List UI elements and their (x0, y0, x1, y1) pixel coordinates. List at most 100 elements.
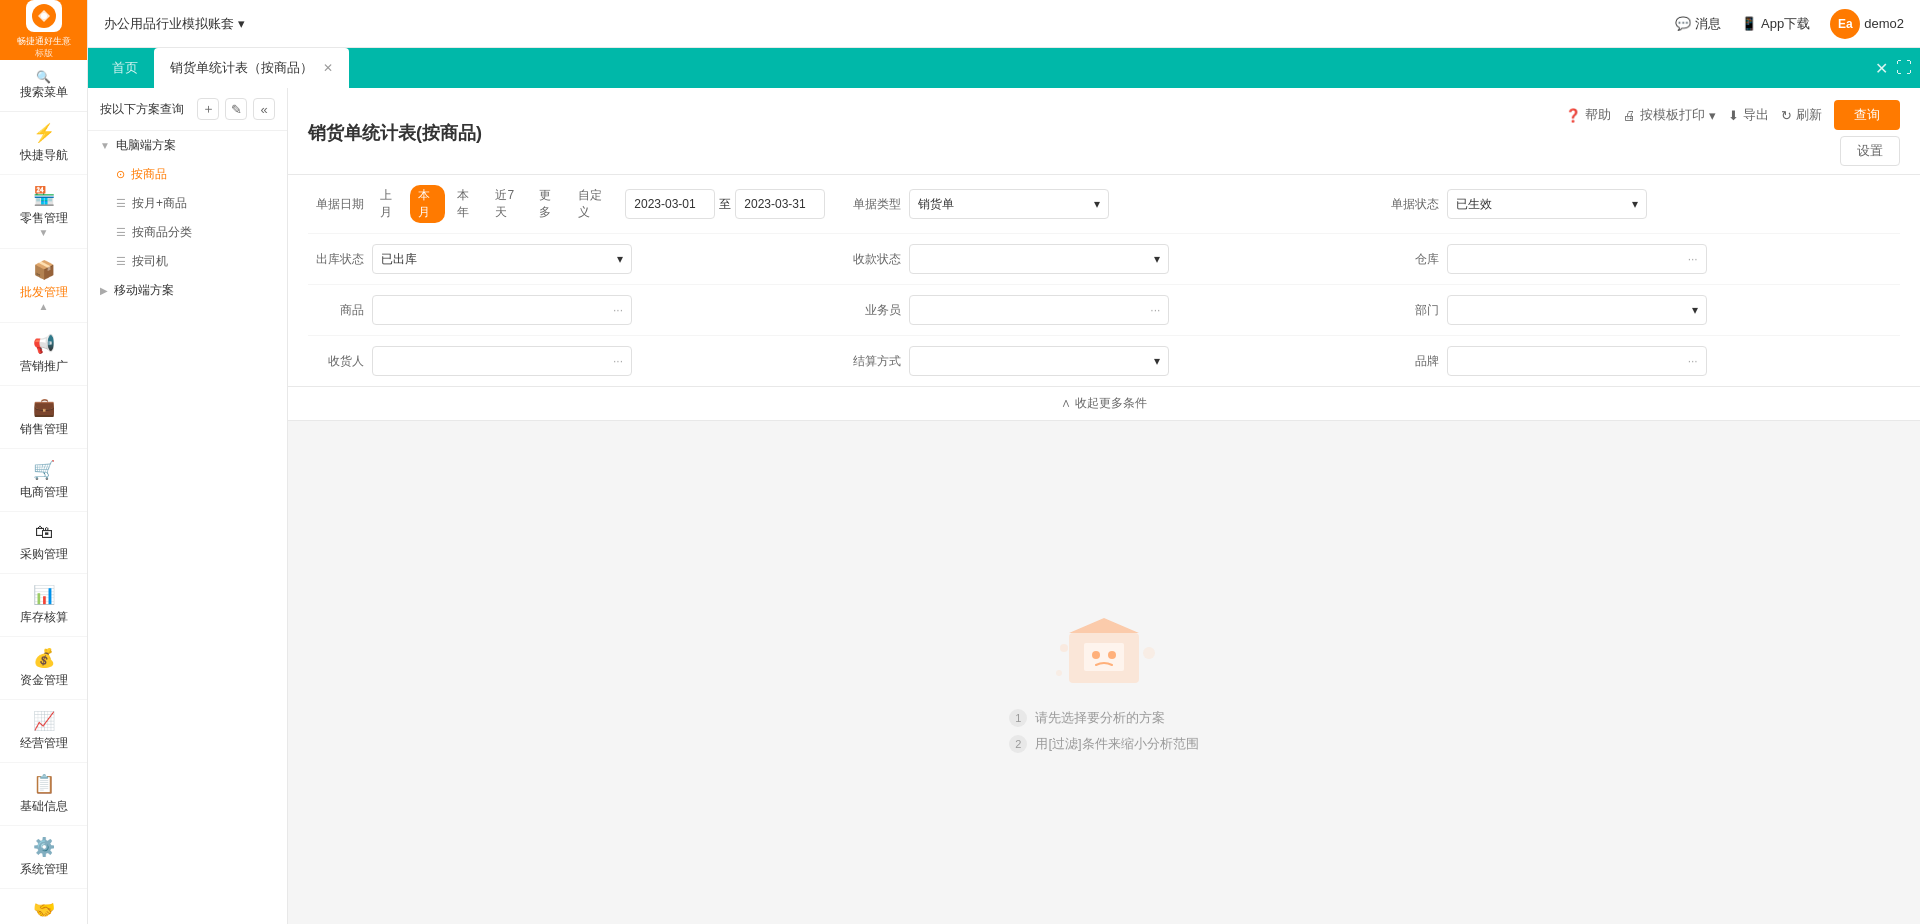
refresh-icon: ↻ (1781, 108, 1792, 123)
receiver-select[interactable]: ··· (372, 346, 632, 376)
tree-leaf-by-cashier[interactable]: ☰ 按司机 (88, 247, 287, 276)
sidebar-item-retail[interactable]: 🏪 零售管理 ▼ (0, 175, 87, 249)
app-download-btn[interactable]: 📱 App下载 (1741, 15, 1810, 33)
date-range: 至 (625, 189, 825, 219)
date-tab-this-month[interactable]: 本月 (410, 185, 444, 223)
date-to-input[interactable] (735, 189, 825, 219)
empty-illustration (1044, 593, 1164, 693)
filter-row-3: 商品 ··· 业务员 ··· 部门 (308, 285, 1900, 336)
help-btn[interactable]: ❓ 帮助 (1565, 106, 1611, 124)
filter-goods: 商品 ··· (308, 295, 825, 325)
finance-label: 资金管理 (20, 672, 68, 689)
tree-leaf-by-goods[interactable]: ⊙ 按商品 (88, 160, 287, 189)
svg-point-6 (1060, 644, 1068, 652)
date-tab-this-year[interactable]: 本年 (449, 185, 483, 223)
tree-section: ▼ 电脑端方案 ⊙ 按商品 ☰ 按月+商品 ☰ 按商品分类 ☰ 按司 (88, 131, 287, 305)
by-cashier-label: 按司机 (132, 253, 168, 270)
tree-leaf-by-category[interactable]: ☰ 按商品分类 (88, 218, 287, 247)
date-tab-more[interactable]: 更多 (531, 185, 565, 223)
operations-icon: 📈 (33, 710, 55, 732)
doc-type-select[interactable]: 销货单 ▾ (909, 189, 1109, 219)
export-icon: ⬇ (1728, 108, 1739, 123)
add-scheme-btn[interactable]: ＋ (197, 98, 219, 120)
tab-sales-report[interactable]: 销货单统计表（按商品） ✕ (154, 48, 349, 88)
help-icon: ❓ (1565, 108, 1581, 123)
tab-home[interactable]: 首页 (96, 48, 154, 88)
template-print-icon: 🖨 (1623, 108, 1636, 123)
edit-scheme-btn[interactable]: ✎ (225, 98, 247, 120)
settings-button[interactable]: 设置 (1840, 136, 1900, 166)
date-tab-7days[interactable]: 近7天 (487, 185, 527, 223)
user-profile[interactable]: Ea demo2 (1830, 9, 1904, 39)
sidebar-item-purchase[interactable]: 🛍 采购管理 (0, 512, 87, 574)
sidebar-item-system[interactable]: ⚙️ 系统管理 (0, 826, 87, 889)
app-name: 畅捷通好生意 (17, 36, 71, 47)
date-tab-custom[interactable]: 自定义 (570, 185, 614, 223)
tree-group-mobile[interactable]: ▶ 移动端方案 (88, 276, 287, 305)
doc-type-label: 单据类型 (845, 196, 901, 213)
filter-doc-type: 单据类型 销货单 ▾ (845, 189, 1362, 219)
sidebar-item-marketing[interactable]: 📢 营销推广 (0, 323, 87, 386)
date-tab-last-month[interactable]: 上月 (372, 185, 406, 223)
staff-select[interactable]: ··· (909, 295, 1169, 325)
doc-status-select[interactable]: 已生效 ▾ (1447, 189, 1647, 219)
collapse-bar[interactable]: ∧ 收起更多条件 (288, 387, 1920, 421)
dept-select[interactable]: ▾ (1447, 295, 1707, 325)
expand-tab-btn[interactable]: ⛶ (1896, 59, 1912, 78)
sidebar-item-finance[interactable]: 💰 资金管理 (0, 637, 87, 700)
tip-2-num: 2 (1009, 735, 1027, 753)
export-btn[interactable]: ⬇ 导出 (1728, 106, 1769, 124)
doc-status-value: 已生效 (1456, 196, 1492, 213)
warehouse-select[interactable]: ··· (1447, 244, 1707, 274)
filter-date: 单据日期 上月 本月 本年 近7天 更多 自定义 (308, 185, 825, 223)
close-tab-btn[interactable]: ✕ (1875, 59, 1888, 78)
query-button[interactable]: 查询 (1834, 100, 1900, 130)
refresh-btn[interactable]: ↻ 刷新 (1781, 106, 1822, 124)
by-category-icon: ☰ (116, 226, 126, 239)
out-status-select[interactable]: 已出库 ▾ (372, 244, 632, 274)
date-tabs: 上月 本月 本年 近7天 更多 自定义 (372, 185, 613, 223)
sidebar-item-sales[interactable]: 💼 销售管理 (0, 386, 87, 449)
sidebar-item-basic[interactable]: 📋 基础信息 (0, 763, 87, 826)
by-cashier-icon: ☰ (116, 255, 126, 268)
collect-status-select[interactable]: ▾ (909, 244, 1169, 274)
basic-label: 基础信息 (20, 798, 68, 815)
message-label: 消息 (1695, 15, 1721, 33)
brand-select[interactable]: ··· (1447, 346, 1707, 376)
sales-icon: 💼 (33, 396, 55, 418)
sidebar-item-ecommerce[interactable]: 🛒 电商管理 (0, 449, 87, 512)
collapse-panel-btn[interactable]: « (253, 98, 275, 120)
filter-collect-status: 收款状态 ▾ (845, 244, 1362, 274)
ecommerce-label: 电商管理 (20, 484, 68, 501)
by-category-label: 按商品分类 (132, 224, 192, 241)
purchase-icon: 🛍 (35, 522, 53, 543)
retail-arrow: ▼ (39, 227, 49, 238)
inventory-icon: 📊 (33, 584, 55, 606)
template-print-btn[interactable]: 🖨 按模板打印 ▾ (1623, 106, 1716, 124)
logo-icon (26, 0, 62, 32)
industry-selector[interactable]: 办公用品行业模拟账套 ▾ (104, 15, 245, 33)
wholesale-label: 批发管理 (20, 284, 68, 301)
main-area: 办公用品行业模拟账套 ▾ 💬 消息 📱 App下载 Ea demo2 首页 (88, 0, 1920, 924)
tree-leaf-by-month-goods[interactable]: ☰ 按月+商品 (88, 189, 287, 218)
message-btn[interactable]: 💬 消息 (1675, 15, 1721, 33)
sidebar-item-wholesale[interactable]: 📦 批发管理 ▲ (0, 249, 87, 323)
date-from-input[interactable] (625, 189, 715, 219)
retail-label: 零售管理 (20, 210, 68, 227)
settle-select[interactable]: ▾ (909, 346, 1169, 376)
svg-rect-3 (1084, 643, 1124, 671)
message-icon: 💬 (1675, 16, 1691, 31)
collect-status-label: 收款状态 (845, 251, 901, 268)
sidebar-item-enterprise[interactable]: 🤝 企业协同 (0, 889, 87, 924)
filter-row-4: 收货人 ··· 结算方式 ▾ 品牌 (308, 336, 1900, 386)
search-menu[interactable]: 🔍 搜索菜单 (0, 60, 87, 112)
sidebar-item-inventory[interactable]: 📊 库存核算 (0, 574, 87, 637)
goods-select[interactable]: ··· (372, 295, 632, 325)
tree-group-pc[interactable]: ▼ 电脑端方案 (88, 131, 287, 160)
tab-close-btn[interactable]: ✕ (323, 61, 333, 75)
quick-nav-icon: ⚡ (33, 122, 55, 144)
app-logo[interactable]: 畅捷通好生意 标版 (0, 0, 88, 60)
sidebar-item-operations[interactable]: 📈 经营管理 (0, 700, 87, 763)
sidebar-item-quick-nav[interactable]: ⚡ 快捷导航 (0, 112, 87, 175)
system-icon: ⚙️ (33, 836, 55, 858)
